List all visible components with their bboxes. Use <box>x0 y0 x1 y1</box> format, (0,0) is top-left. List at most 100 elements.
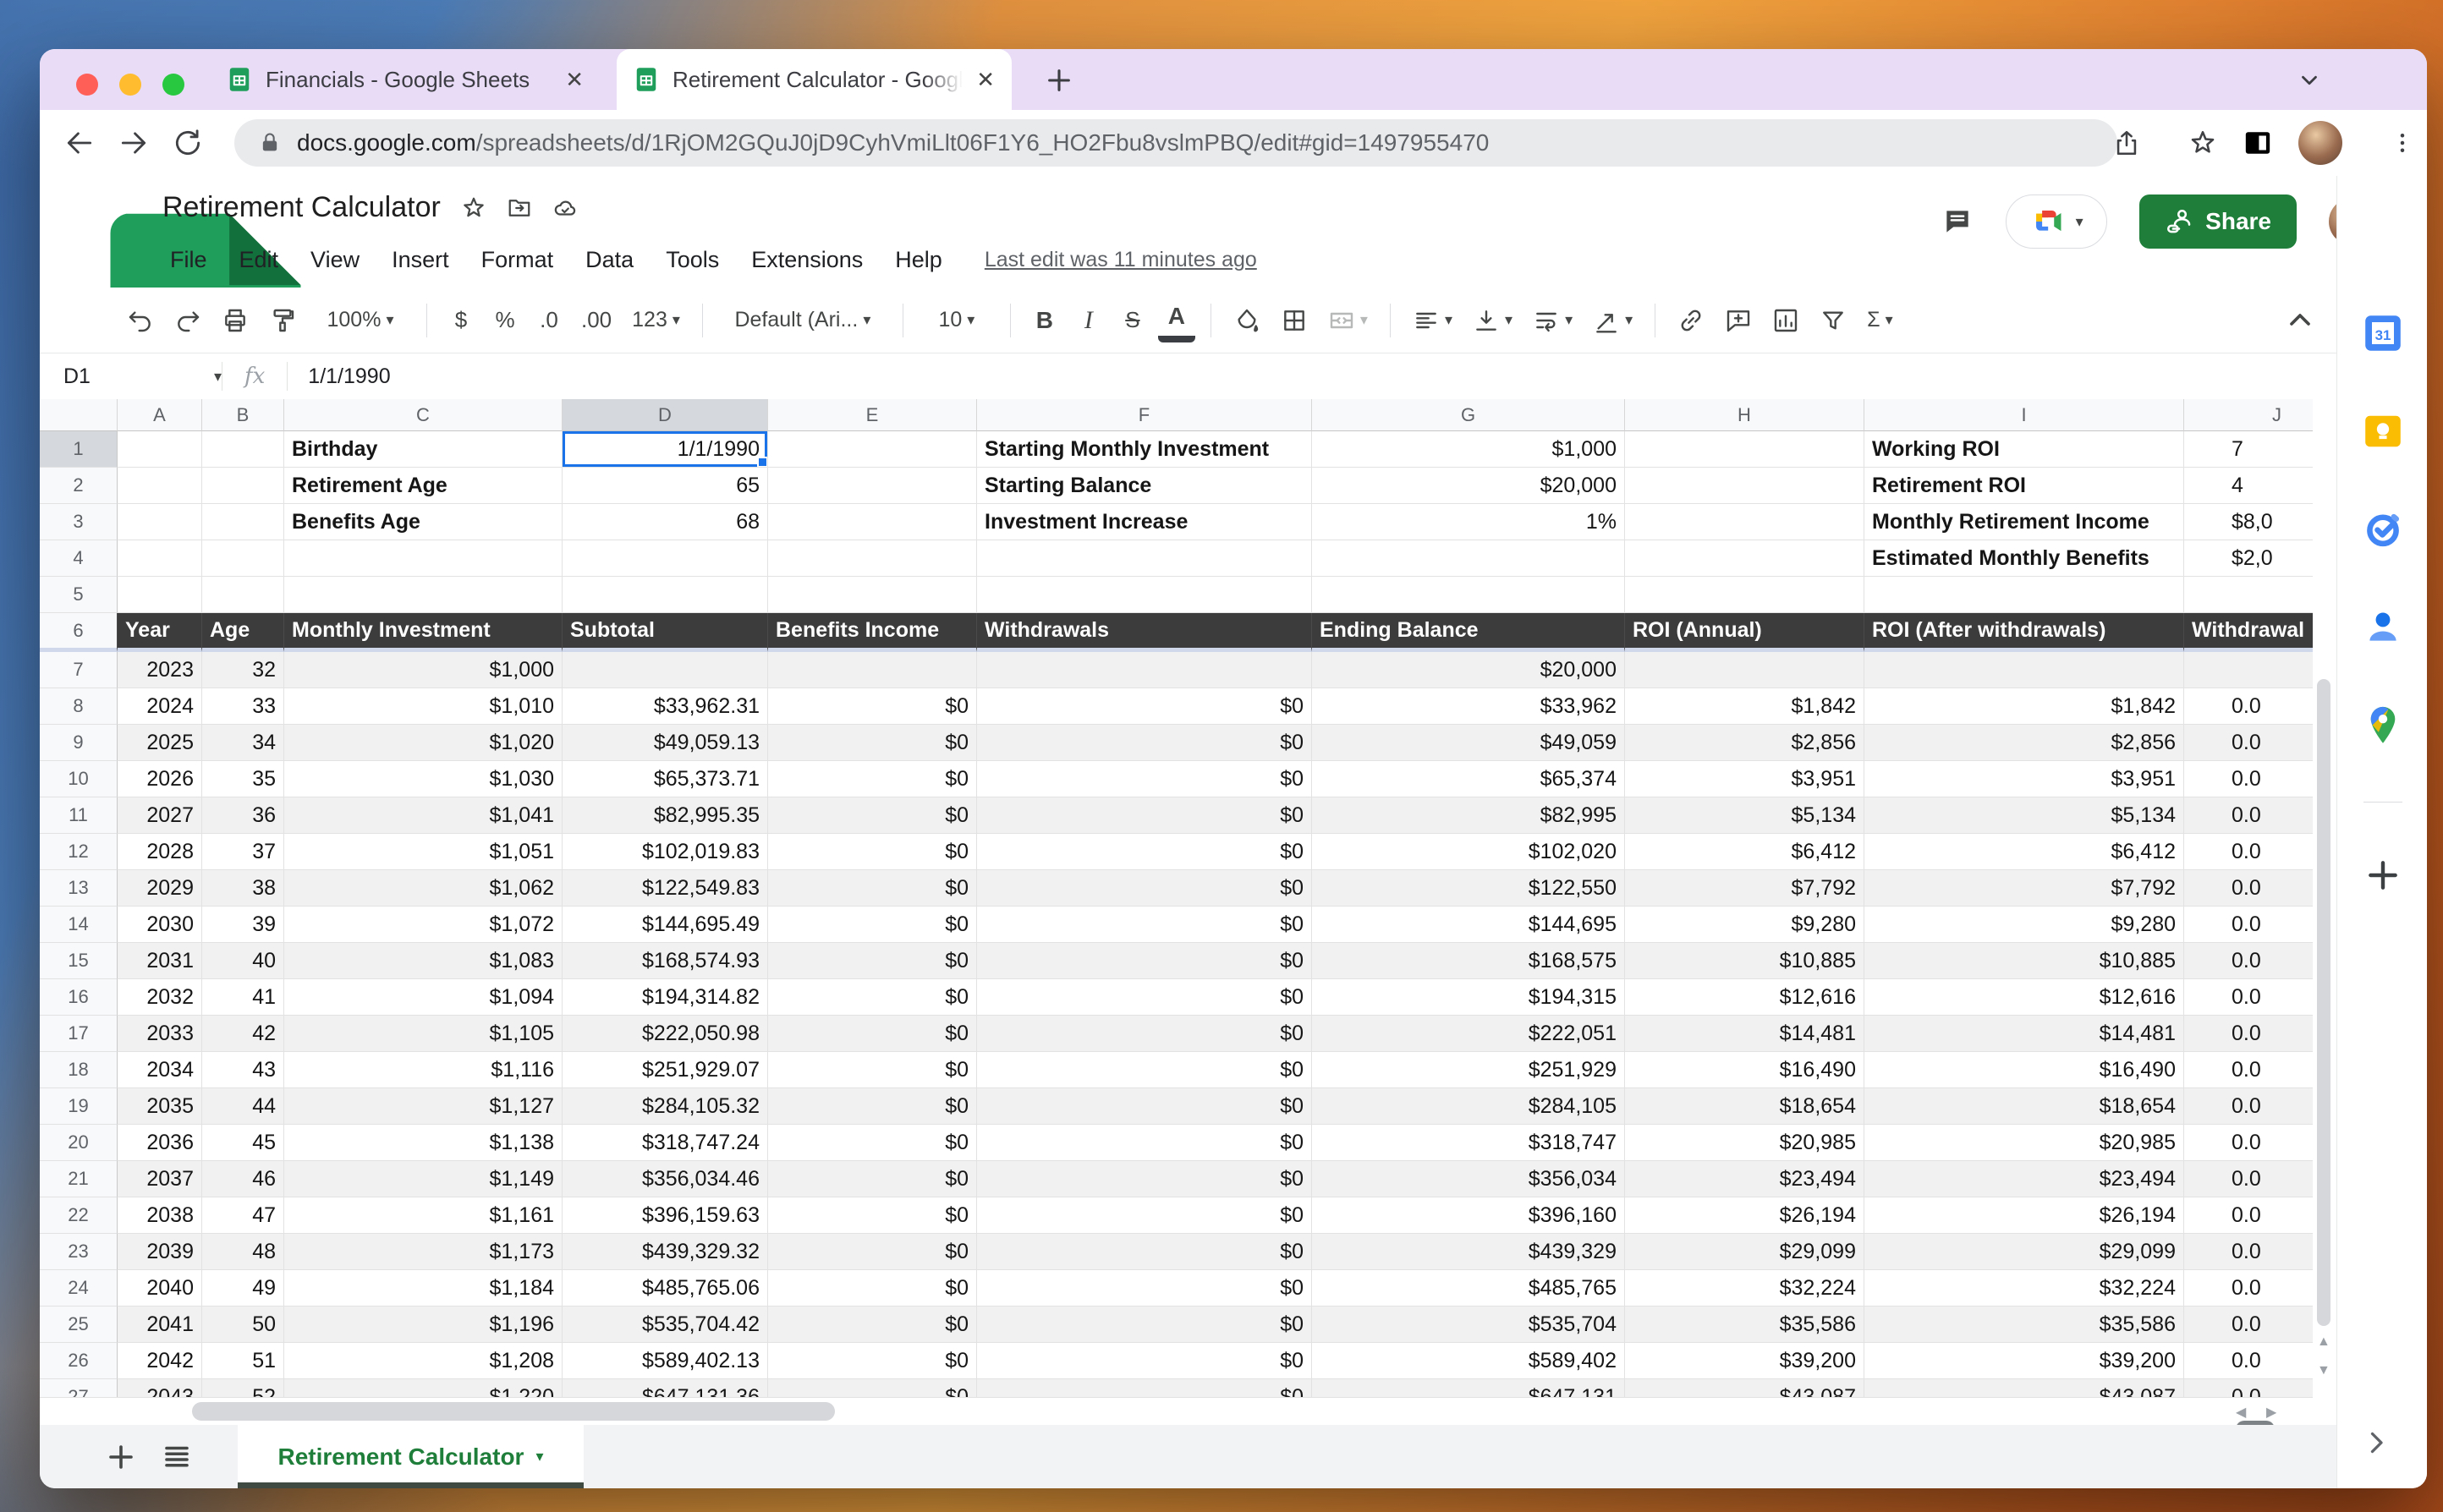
cell-C1[interactable]: Birthday <box>284 431 563 468</box>
cell-B21[interactable]: 46 <box>202 1161 284 1197</box>
cell-I7[interactable] <box>1864 652 2184 688</box>
cell-G9[interactable]: $49,059 <box>1312 725 1625 761</box>
cell-H20[interactable]: $20,985 <box>1625 1125 1864 1161</box>
cell-J2[interactable]: 4 <box>2184 468 2313 504</box>
cell-D1[interactable]: 1/1/1990 <box>563 431 768 468</box>
cell-G16[interactable]: $194,315 <box>1312 979 1625 1016</box>
name-box[interactable]: D1 ▾ <box>40 353 222 399</box>
cell-F11[interactable]: $0 <box>977 797 1312 834</box>
cell-E10[interactable]: $0 <box>768 761 977 797</box>
cell-A21[interactable]: 2037 <box>118 1161 202 1197</box>
cell-E12[interactable]: $0 <box>768 834 977 870</box>
cell-E14[interactable]: $0 <box>768 907 977 943</box>
add-sheet-icon[interactable] <box>106 1442 136 1472</box>
cell-D22[interactable]: $396,159.63 <box>563 1197 768 1234</box>
cell-C18[interactable]: $1,116 <box>284 1052 563 1088</box>
cell-F22[interactable]: $0 <box>977 1197 1312 1234</box>
table-header-D[interactable]: Subtotal <box>563 613 768 652</box>
cell-G14[interactable]: $144,695 <box>1312 907 1625 943</box>
cell-I3[interactable]: Monthly Retirement Income <box>1864 504 2184 540</box>
cell-C16[interactable]: $1,094 <box>284 979 563 1016</box>
cell-D20[interactable]: $318,747.24 <box>563 1125 768 1161</box>
cell-A25[interactable]: 2041 <box>118 1307 202 1343</box>
cell-A7[interactable]: 2023 <box>118 652 202 688</box>
cell-C13[interactable]: $1,062 <box>284 870 563 907</box>
insert-chart-icon[interactable] <box>1765 299 1806 342</box>
cell-E19[interactable]: $0 <box>768 1088 977 1125</box>
table-header-G[interactable]: Ending Balance <box>1312 613 1625 652</box>
last-edit-link[interactable]: Last edit was 11 minutes ago <box>985 248 1257 272</box>
cell-F2[interactable]: Starting Balance <box>977 468 1312 504</box>
cell-J5[interactable] <box>2184 577 2313 613</box>
cell-D16[interactable]: $194,314.82 <box>563 979 768 1016</box>
cell-A22[interactable]: 2038 <box>118 1197 202 1234</box>
cell-A1[interactable] <box>118 431 202 468</box>
cell-G25[interactable]: $535,704 <box>1312 1307 1625 1343</box>
cell-F12[interactable]: $0 <box>977 834 1312 870</box>
cell-H27[interactable]: $43,087 <box>1625 1379 1864 1397</box>
share-button[interactable]: Share <box>2139 194 2297 249</box>
cell-I8[interactable]: $1,842 <box>1864 688 2184 725</box>
row-header-12[interactable]: 12 <box>40 834 118 870</box>
column-header-D[interactable]: D <box>563 399 768 431</box>
row-header-13[interactable]: 13 <box>40 870 118 907</box>
cell-A5[interactable] <box>118 577 202 613</box>
cell-F20[interactable]: $0 <box>977 1125 1312 1161</box>
menu-extensions[interactable]: Extensions <box>739 242 875 278</box>
cell-F1[interactable]: Starting Monthly Investment <box>977 431 1312 468</box>
cell-C21[interactable]: $1,149 <box>284 1161 563 1197</box>
cell-G1[interactable]: $1,000 <box>1312 431 1625 468</box>
cell-D12[interactable]: $102,019.83 <box>563 834 768 870</box>
bookmark-star-icon[interactable] <box>2188 129 2217 157</box>
cell-H18[interactable]: $16,490 <box>1625 1052 1864 1088</box>
row-header-1[interactable]: 1 <box>40 431 118 468</box>
column-header-H[interactable]: H <box>1625 399 1864 431</box>
print-icon[interactable] <box>215 299 255 342</box>
cell-E9[interactable]: $0 <box>768 725 977 761</box>
cell-A14[interactable]: 2030 <box>118 907 202 943</box>
cell-B15[interactable]: 40 <box>202 943 284 979</box>
table-header-J[interactable]: Withdrawal <box>2184 613 2313 652</box>
cell-I22[interactable]: $26,194 <box>1864 1197 2184 1234</box>
cell-J15[interactable]: 0.0 <box>2184 943 2313 979</box>
cell-I4[interactable]: Estimated Monthly Benefits <box>1864 540 2184 577</box>
share-page-icon[interactable] <box>2112 129 2141 157</box>
cell-C24[interactable]: $1,184 <box>284 1270 563 1307</box>
cell-I20[interactable]: $20,985 <box>1864 1125 2184 1161</box>
cell-E16[interactable]: $0 <box>768 979 977 1016</box>
cell-A2[interactable] <box>118 468 202 504</box>
spreadsheet-grid[interactable]: A B C D E F G H I J 1 Birthday 1/1/1990 Starting Mont… <box>40 399 2313 1397</box>
vertical-scrollbar-thumb[interactable] <box>2317 679 2330 1326</box>
create-filter-icon[interactable] <box>1813 299 1853 342</box>
cell-H12[interactable]: $6,412 <box>1625 834 1864 870</box>
tab-retirement-calculator[interactable]: Retirement Calculator - Google ✕ <box>617 49 1012 110</box>
italic-button[interactable]: I <box>1070 299 1107 342</box>
cell-J7[interactable] <box>2184 652 2313 688</box>
cell-A26[interactable]: 2042 <box>118 1343 202 1379</box>
cell-C23[interactable]: $1,173 <box>284 1234 563 1270</box>
cell-C14[interactable]: $1,072 <box>284 907 563 943</box>
row-header-11[interactable]: 11 <box>40 797 118 834</box>
cell-H8[interactable]: $1,842 <box>1625 688 1864 725</box>
cell-B25[interactable]: 50 <box>202 1307 284 1343</box>
row-header-17[interactable]: 17 <box>40 1016 118 1052</box>
cell-H5[interactable] <box>1625 577 1864 613</box>
row-header-19[interactable]: 19 <box>40 1088 118 1125</box>
cell-E25[interactable]: $0 <box>768 1307 977 1343</box>
cell-A17[interactable]: 2033 <box>118 1016 202 1052</box>
cell-A3[interactable] <box>118 504 202 540</box>
row-header-4[interactable]: 4 <box>40 540 118 577</box>
cell-I12[interactable]: $6,412 <box>1864 834 2184 870</box>
menu-tools[interactable]: Tools <box>654 242 731 278</box>
corner-cell[interactable] <box>40 399 118 431</box>
cell-G12[interactable]: $102,020 <box>1312 834 1625 870</box>
row-header-9[interactable]: 9 <box>40 725 118 761</box>
cell-G18[interactable]: $251,929 <box>1312 1052 1625 1088</box>
cell-B18[interactable]: 43 <box>202 1052 284 1088</box>
cell-I11[interactable]: $5,134 <box>1864 797 2184 834</box>
column-header-E[interactable]: E <box>768 399 977 431</box>
cell-J8[interactable]: 0.0 <box>2184 688 2313 725</box>
cell-H9[interactable]: $2,856 <box>1625 725 1864 761</box>
more-formats-select[interactable]: 123 ▾ <box>625 299 687 342</box>
cell-A24[interactable]: 2040 <box>118 1270 202 1307</box>
